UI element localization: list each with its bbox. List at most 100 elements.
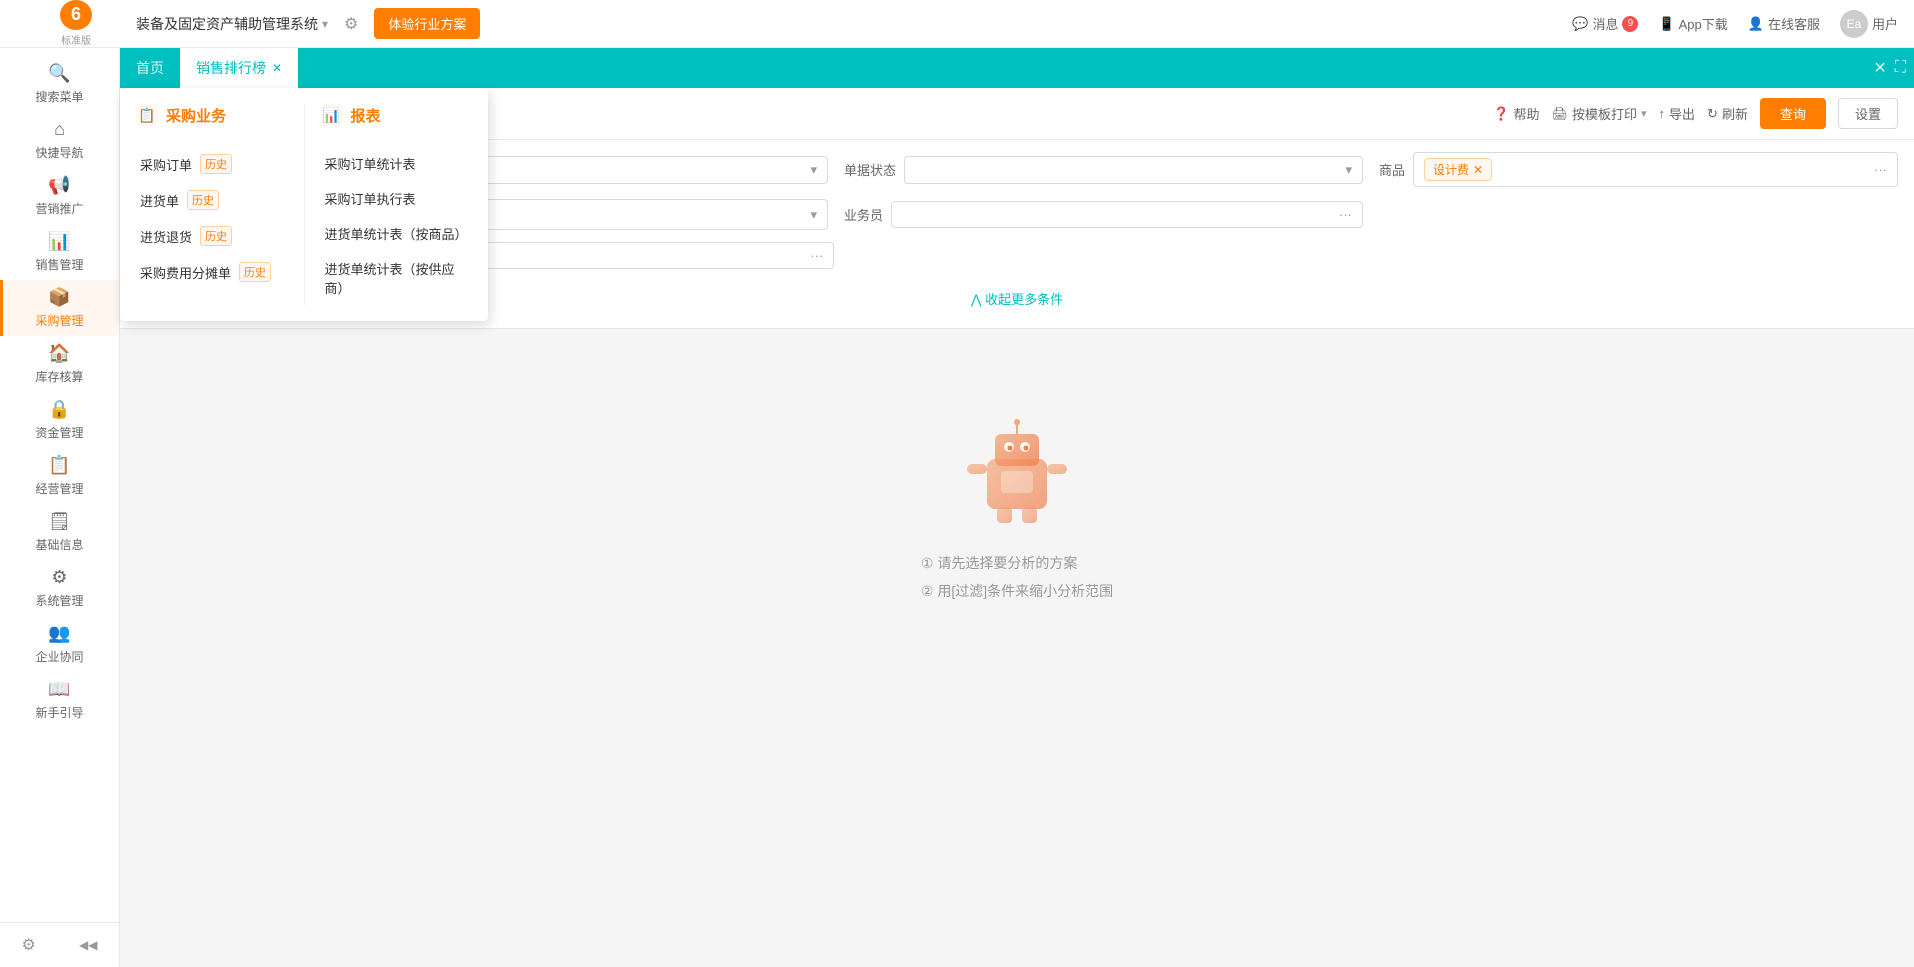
dropdown-item-order-stat[interactable]: 采购订单统计表 [321,146,473,181]
dropdown-item-inbound-stat-goods[interactable]: 进货单统计表（按商品） [321,216,473,251]
refresh-btn[interactable]: ↻ 刷新 [1707,104,1748,123]
purchase-col-icon: 📋 [136,104,158,126]
sidebar-item-capital[interactable]: 🔒 资金管理 [0,392,119,448]
system-icon: ⚙ [51,567,67,588]
help-btn[interactable]: ❓ 帮助 [1493,104,1539,123]
sidebar-item-purchase[interactable]: 📦 采购管理 [0,280,119,336]
sidebar-label-enterprise: 企业协同 [35,648,83,665]
settings-small-btn[interactable]: 设置 [1838,98,1898,129]
history-badge-1: 历史 [200,154,232,174]
purchase-dropdown-menu: 📋 采购业务 采购订单 历史 进货单 历史 进货退货 历史 采购费用分摊单 历史… [120,88,488,321]
dropdown-item-inbound[interactable]: 进货单 历史 [136,182,288,218]
home-icon: ⌂ [54,119,65,140]
tab-bar-right: ✕ ⛶ [1873,58,1914,78]
goods-filter: 商品 设计费 ✕ ··· [1379,152,1898,187]
sidebar-settings-icon[interactable]: ⚙ [22,935,36,955]
salesperson-input[interactable]: ··· [891,201,1363,228]
sidebar-item-operations[interactable]: 📋 经营管理 [0,448,119,504]
avatar: Ea [1840,10,1868,38]
tab-sales-rank-label: 销售排行榜 [196,58,266,78]
sidebar-label-guide: 新手引导 [35,704,83,721]
message-icon: 💬 [1572,16,1588,32]
export-btn[interactable]: ↑ 导出 [1659,104,1696,123]
report-col-title: 📊 报表 [321,104,473,134]
sidebar-label-inventory: 库存核算 [35,368,83,385]
empty-robot-icon [957,409,1077,529]
dropdown-item-inbound-stat-supplier[interactable]: 进货单统计表（按供应商） [321,251,473,305]
marketing-icon: 📢 [48,175,70,196]
query-btn[interactable]: 查询 [1760,98,1826,129]
sidebar-item-marketing[interactable]: 📢 营销推广 [0,168,119,224]
sidebar-label-search: 搜索菜单 [35,88,83,105]
search-icon: 🔍 [48,63,70,84]
sidebar-item-quick-nav[interactable]: ⌂ 快捷导航 [0,112,119,168]
logo-tagline: 标准版 [61,32,91,47]
history-badge-3: 历史 [200,226,232,246]
dropdown-item-expense[interactable]: 采购费用分摊单 历史 [136,254,288,290]
dropdown-item-order-exec[interactable]: 采购订单执行表 [321,181,473,216]
dropdown-item-return[interactable]: 进货退货 历史 [136,218,288,254]
goods-tag-close[interactable]: ✕ [1473,163,1483,177]
toolbar-right: ❓ 帮助 🖨 按模板打印 ▾ ↑ 导出 ↻ 刷新 查询 设置 [1493,98,1898,129]
tab-sales-rank[interactable]: 销售排行榜 ✕ [180,48,298,88]
system-title: 装备及固定资产辅助管理系统 ▾ [136,14,328,34]
app-download-item[interactable]: 📱 App下载 [1658,14,1727,33]
sidebar-item-sales[interactable]: 📊 销售管理 [0,224,119,280]
empty-hint: ①请先选择要分析的方案 ②用[过滤]条件来缩小分析范围 [921,549,1113,605]
tab-home-label: 首页 [136,58,164,78]
capital-icon: 🔒 [48,399,70,420]
tab-expand-icon[interactable]: ⛶ [1895,59,1906,77]
sidebar-label-quick-nav: 快捷导航 [35,144,83,161]
sidebar-collapse-icon[interactable]: ◀◀ [79,938,97,952]
status-input[interactable]: ▾ [904,156,1363,184]
goods-tag: 设计费 ✕ [1424,158,1492,181]
sidebar-label-marketing: 营销推广 [35,200,83,217]
report-col-icon: 📊 [321,104,343,126]
system-title-arrow[interactable]: ▾ [322,17,328,31]
online-service-item[interactable]: 👤 在线客服 [1748,14,1820,33]
history-badge-4: 历史 [239,262,271,282]
sidebar-label-basic-info: 基础信息 [35,536,83,553]
message-item[interactable]: 💬 消息 9 [1572,14,1638,33]
industry-btn[interactable]: 体验行业方案 [374,8,480,39]
sidebar-label-sales: 销售管理 [35,256,83,273]
guide-icon: 📖 [48,679,70,700]
sidebar-item-guide[interactable]: 📖 新手引导 [0,672,119,728]
goods-input[interactable]: 设计费 ✕ ··· [1413,152,1898,187]
tab-sales-rank-close[interactable]: ✕ [272,61,282,75]
tab-home[interactable]: 首页 [120,48,180,88]
sidebar-item-inventory[interactable]: 🏠 库存核算 [0,336,119,392]
export-icon: ↑ [1659,106,1666,121]
service-icon: 👤 [1748,16,1764,32]
salesperson-dots[interactable]: ··· [1339,207,1352,222]
logo-icon: 6 [60,0,92,30]
dropdown-item-purchase-order[interactable]: 采购订单 历史 [136,146,288,182]
sales-icon: 📊 [48,231,70,252]
sidebar-label-operations: 经营管理 [35,480,83,497]
sidebar-item-enterprise[interactable]: 👥 企业协同 [0,616,119,672]
sidebar-item-basic-info[interactable]: 🗒 基础信息 [0,504,119,560]
sidebar-item-search[interactable]: 🔍 搜索菜单 [0,56,119,112]
salesperson-label: 业务员 [844,205,883,224]
settings-icon[interactable]: ⚙ [344,14,358,34]
tab-close-icon[interactable]: ✕ [1873,58,1886,78]
sidebar-label-capital: 资金管理 [35,424,83,441]
message-badge: 9 [1622,16,1638,32]
operations-icon: 📋 [48,455,70,476]
empty-state: ①请先选择要分析的方案 ②用[过滤]条件来缩小分析范围 [120,329,1914,685]
sidebar-item-system[interactable]: ⚙ 系统管理 [0,560,119,616]
user-item[interactable]: Ea 用户 [1840,10,1898,38]
sidebar-bottom: ⚙ ◀◀ [0,922,119,967]
customer-dots[interactable]: ··· [810,248,823,263]
help-icon: ❓ [1493,106,1509,122]
purchase-col: 📋 采购业务 采购订单 历史 进货单 历史 进货退货 历史 采购费用分摊单 历史 [120,104,304,305]
goods-dots[interactable]: ··· [1874,162,1887,177]
enterprise-icon: 👥 [48,623,70,644]
sidebar-menu: 🔍 搜索菜单 ⌂ 快捷导航 📢 营销推广 📊 销售管理 📦 采购管理 🏠 库存核… [0,48,119,922]
print-icon: 🖨 [1551,106,1568,122]
history-badge-2: 历史 [187,190,219,210]
goods-label: 商品 [1379,160,1405,179]
inventory-icon: 🏠 [48,343,70,364]
refresh-icon: ↻ [1707,106,1718,122]
template-print-btn[interactable]: 🖨 按模板打印 ▾ [1551,104,1646,123]
